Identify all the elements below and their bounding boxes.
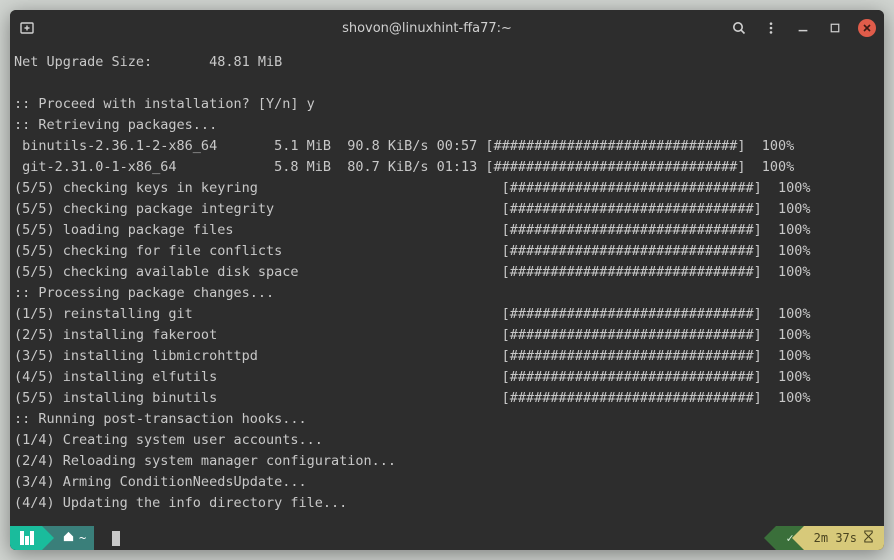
close-button[interactable]: [858, 19, 876, 37]
menu-icon[interactable]: [762, 19, 780, 37]
cursor-block: [112, 531, 120, 546]
minimize-button[interactable]: [794, 19, 812, 37]
home-icon: [62, 530, 75, 546]
terminal-window: shovon@linuxhint-ffa77:~ Net Upgrade Siz…: [10, 10, 884, 550]
elapsed-segment: 2m 37s: [804, 526, 884, 550]
elapsed-text: 2m 37s: [814, 531, 857, 545]
prompt-cursor-segment: [94, 526, 128, 550]
terminal-output[interactable]: Net Upgrade Size: 48.81 MiB :: Proceed w…: [10, 46, 884, 526]
titlebar: shovon@linuxhint-ffa77:~: [10, 10, 884, 46]
maximize-button[interactable]: [826, 19, 844, 37]
cwd-text: ~: [79, 531, 86, 545]
new-tab-icon[interactable]: [18, 19, 36, 37]
distro-segment: [10, 526, 42, 550]
hourglass-icon: [863, 530, 874, 546]
search-icon[interactable]: [730, 19, 748, 37]
manjaro-icon: [20, 531, 34, 545]
window-title: shovon@linuxhint-ffa77:~: [138, 21, 716, 36]
status-bar: ~ ✓ 2m 37s: [10, 526, 884, 550]
